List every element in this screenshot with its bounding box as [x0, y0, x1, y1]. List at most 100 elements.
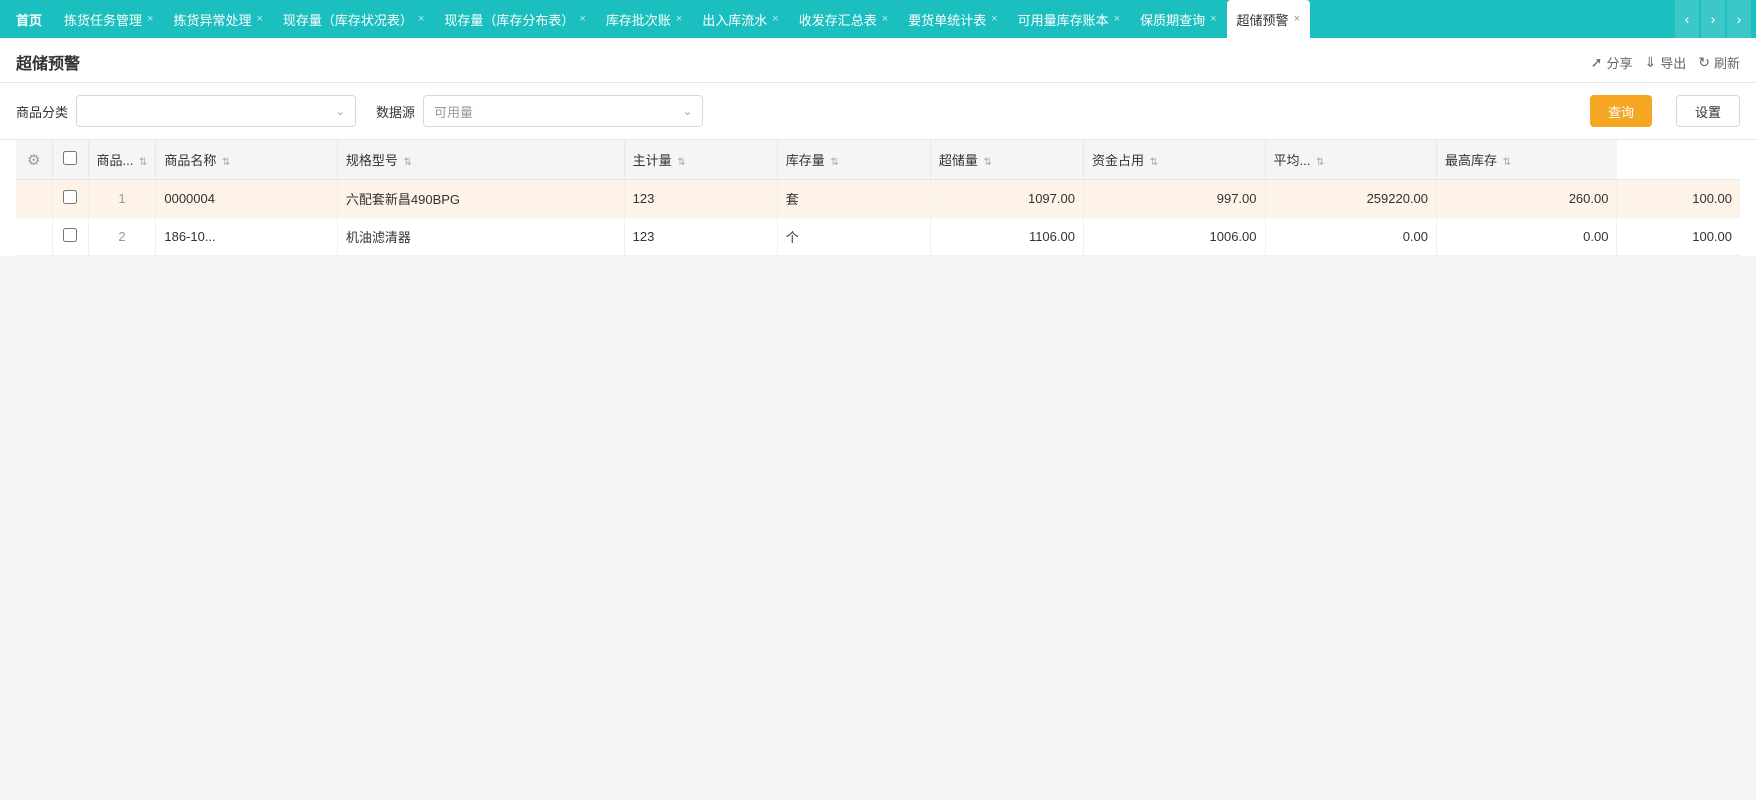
sort-icon-max-stock: ⇅ — [1503, 157, 1511, 168]
col-overstock[interactable]: 超储量 ⇅ — [930, 140, 1083, 180]
nav-close-1[interactable]: × — [256, 13, 262, 25]
share-button[interactable]: ➚ 分享 — [1591, 53, 1633, 72]
col-max-stock-label: 最高库存 — [1445, 153, 1497, 168]
row-product-name-1: 机油滤清器 — [337, 218, 624, 256]
sort-icon-unit: ⇅ — [677, 157, 685, 168]
nav-item-1[interactable]: 拣货异常处理 × — [163, 0, 272, 38]
col-avg-label: 平均... — [1274, 153, 1311, 168]
col-stock[interactable]: 库存量 ⇅ — [777, 140, 930, 180]
col-unit-label: 主计量 — [633, 153, 672, 168]
row-checkbox-0[interactable] — [63, 190, 77, 204]
row-checkbox-1[interactable] — [63, 228, 77, 242]
gear-icon[interactable]: ⚙ — [27, 152, 40, 169]
nav-label-0: 拣货任务管理 — [64, 10, 142, 29]
row-checkbox-cell-1[interactable] — [52, 218, 88, 256]
row-avg-0: 260.00 — [1437, 180, 1617, 218]
header-actions: ➚ 分享 ⇓ 导出 ↻ 刷新 — [1591, 53, 1740, 72]
nav-prev-arrow[interactable]: ‹ — [1675, 0, 1699, 38]
col-spec[interactable]: 规格型号 ⇅ — [337, 140, 624, 180]
row-product-code-0: 0000004 — [156, 180, 338, 218]
col-spec-label: 规格型号 — [346, 153, 398, 168]
datasource-label: 数据源 — [376, 102, 415, 121]
category-label: 商品分类 — [16, 102, 68, 121]
col-unit[interactable]: 主计量 ⇅ — [624, 140, 777, 180]
col-avg[interactable]: 平均... ⇅ — [1265, 140, 1437, 180]
share-icon: ➚ — [1591, 54, 1603, 71]
category-select[interactable]: ⌄ — [76, 95, 356, 127]
nav-label-8: 可用量库存账本 — [1018, 10, 1109, 29]
nav-item-7[interactable]: 要货单统计表 × — [898, 0, 1007, 38]
datasource-arrow-icon: ⌄ — [683, 105, 692, 118]
nav-label-10: 超储预警 — [1237, 10, 1289, 29]
table-row: 2 186-10... 机油滤清器 123 个 1106.00 1006.00 … — [16, 218, 1740, 256]
datasource-select[interactable]: 可用量 ⌄ — [423, 95, 703, 127]
nav-close-10[interactable]: × — [1294, 13, 1300, 25]
nav-close-5[interactable]: × — [772, 13, 778, 25]
nav-label-5: 出入库流水 — [702, 10, 767, 29]
nav-close-8[interactable]: × — [1114, 13, 1120, 25]
row-overstock-0: 997.00 — [1083, 180, 1265, 218]
row-capital-0: 259220.00 — [1265, 180, 1437, 218]
nav-label-4: 库存批次账 — [606, 10, 671, 29]
nav-close-4[interactable]: × — [676, 13, 682, 25]
col-capital-label: 资金占用 — [1092, 153, 1144, 168]
sort-icon-product-name: ⇅ — [222, 157, 230, 168]
filter-group-datasource: 数据源 可用量 ⌄ — [376, 95, 703, 127]
export-button[interactable]: ⇓ 导出 — [1645, 53, 1687, 72]
query-button[interactable]: 查询 — [1590, 95, 1652, 127]
nav-item-9[interactable]: 保质期查询 × — [1130, 0, 1226, 38]
col-product-code[interactable]: 商品... ⇅ — [88, 140, 156, 180]
col-settings[interactable]: ⚙ — [16, 140, 52, 180]
nav-label-7: 要货单统计表 — [908, 10, 986, 29]
nav-close-2[interactable]: × — [418, 13, 424, 25]
nav-next-arrow[interactable]: › — [1701, 0, 1725, 38]
nav-item-4[interactable]: 库存批次账 × — [596, 0, 692, 38]
nav-item-6[interactable]: 收发存汇总表 × — [789, 0, 898, 38]
refresh-button[interactable]: ↻ 刷新 — [1698, 53, 1740, 72]
nav-item-2[interactable]: 现存量（库存状况表） × — [273, 0, 434, 38]
row-unit-1: 个 — [777, 218, 930, 256]
nav-label-1: 拣货异常处理 — [173, 10, 251, 29]
row-num-1: 2 — [88, 218, 156, 256]
row-spec-0: 123 — [624, 180, 777, 218]
export-label: 导出 — [1660, 53, 1686, 72]
row-checkbox-cell-0[interactable] — [52, 180, 88, 218]
row-gear-1 — [16, 218, 52, 256]
row-max-stock-0: 100.00 — [1617, 180, 1740, 218]
export-icon: ⇓ — [1645, 54, 1657, 71]
nav-close-3[interactable]: × — [579, 13, 585, 25]
nav-home[interactable]: 首页 — [4, 10, 54, 29]
col-capital[interactable]: 资金占用 ⇅ — [1083, 140, 1265, 180]
nav-item-0[interactable]: 拣货任务管理 × — [54, 0, 163, 38]
row-product-name-0: 六配套新昌490BPG — [337, 180, 624, 218]
refresh-icon: ↻ — [1698, 54, 1710, 71]
sort-icon-spec: ⇅ — [404, 157, 412, 168]
nav-item-3[interactable]: 现存量（库存分布表） × — [434, 0, 595, 38]
select-all-checkbox[interactable] — [63, 151, 77, 165]
col-stock-label: 库存量 — [786, 153, 825, 168]
table-header-row: ⚙ 商品... ⇅ 商品名称 ⇅ 规格型号 ⇅ 主计量 — [16, 140, 1740, 180]
nav-more-arrow[interactable]: › — [1727, 0, 1751, 38]
nav-label-6: 收发存汇总表 — [799, 10, 877, 29]
col-max-stock[interactable]: 最高库存 ⇅ — [1437, 140, 1617, 180]
datasource-value: 可用量 — [434, 102, 473, 121]
nav-close-7[interactable]: × — [991, 13, 997, 25]
col-product-name[interactable]: 商品名称 ⇅ — [156, 140, 338, 180]
nav-close-6[interactable]: × — [882, 13, 888, 25]
filter-area: 商品分类 ⌄ 数据源 可用量 ⌄ 查询 设置 — [0, 83, 1756, 140]
col-product-code-label: 商品... — [97, 153, 134, 168]
nav-close-9[interactable]: × — [1210, 13, 1216, 25]
nav-item-5[interactable]: 出入库流水 × — [692, 0, 788, 38]
row-unit-0: 套 — [777, 180, 930, 218]
nav-item-8[interactable]: 可用量库存账本 × — [1008, 0, 1130, 38]
page-header: 超储预警 ➚ 分享 ⇓ 导出 ↻ 刷新 — [0, 38, 1756, 83]
row-stock-1: 1106.00 — [930, 218, 1083, 256]
settings-button[interactable]: 设置 — [1676, 95, 1740, 127]
nav-close-0[interactable]: × — [147, 13, 153, 25]
col-checkbox-header[interactable] — [52, 140, 88, 180]
nav-item-10[interactable]: 超储预警 × — [1227, 0, 1310, 38]
table-body: 1 0000004 六配套新昌490BPG 123 套 1097.00 997.… — [16, 180, 1740, 256]
nav-label-2: 现存量（库存状况表） — [283, 10, 413, 29]
col-product-name-label: 商品名称 — [164, 153, 216, 168]
col-overstock-label: 超储量 — [939, 153, 978, 168]
